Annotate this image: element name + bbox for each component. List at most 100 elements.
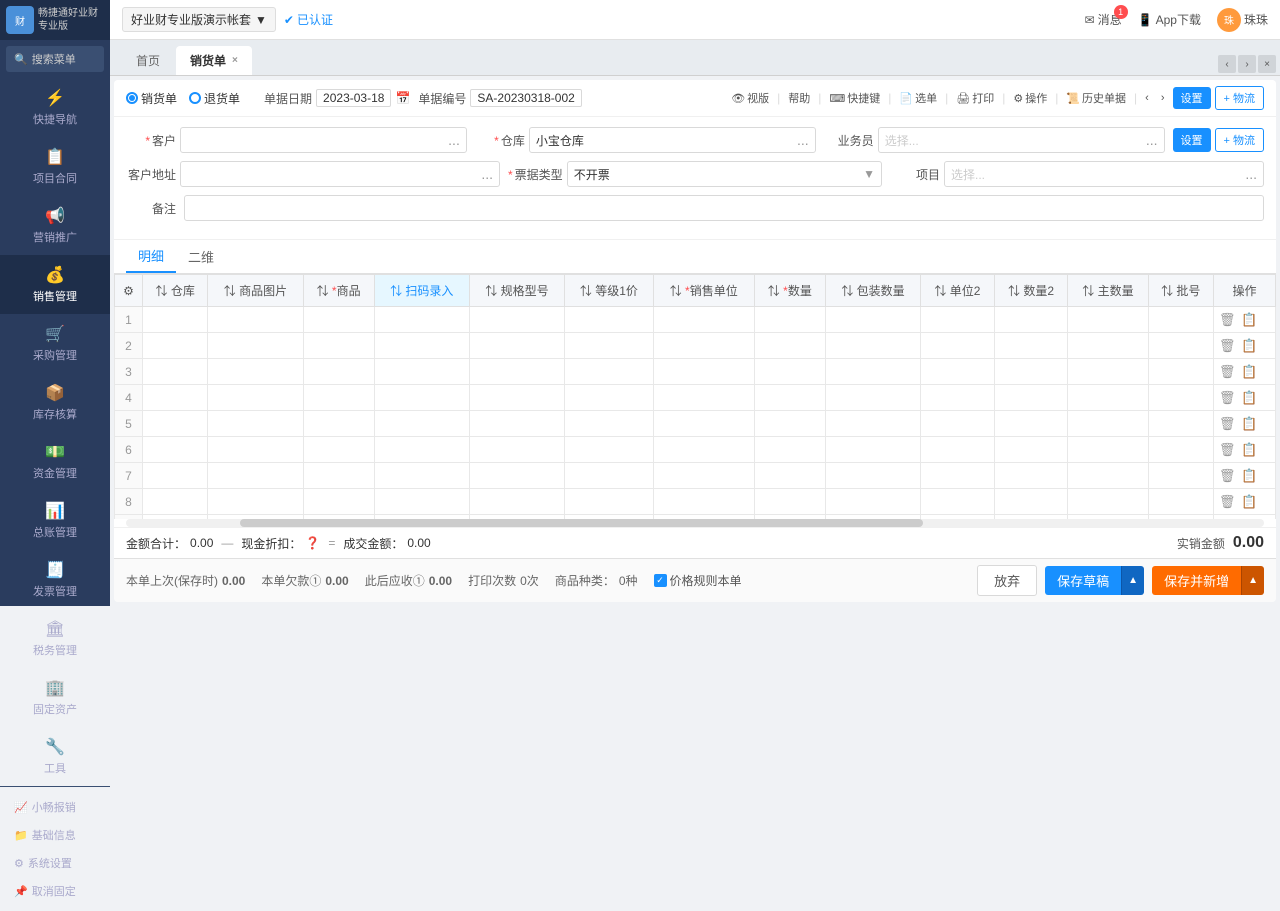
row-6-col-11[interactable] — [1068, 437, 1148, 463]
row-6-col-9[interactable] — [921, 437, 995, 463]
save-new-button[interactable]: 保存并新增 — [1152, 566, 1241, 595]
sidebar-item-marketing[interactable]: 📢 营销推广 — [0, 196, 110, 255]
row-copy-button[interactable]: 📋 — [1240, 441, 1258, 459]
sidebar-item-settings[interactable]: ⚙ 系统设置 — [6, 849, 104, 877]
row-7-col-3[interactable] — [374, 463, 469, 489]
row-5-col-6[interactable] — [653, 411, 754, 437]
sidebar-item-unpin[interactable]: 📌 取消固定 — [6, 877, 104, 905]
row-8-col-10[interactable] — [994, 489, 1068, 515]
row-6-col-8[interactable] — [825, 437, 920, 463]
save-new-arrow-button[interactable]: ▲ — [1241, 566, 1264, 595]
row-3-col-5[interactable] — [565, 359, 654, 385]
row-5-col-5[interactable] — [565, 411, 654, 437]
row-5-col-8[interactable] — [825, 411, 920, 437]
sidebar-item-tax[interactable]: 🏛 税务管理 — [0, 609, 110, 668]
row-3-col-1[interactable] — [208, 359, 303, 385]
sort-icon-img[interactable]: ⇅ — [224, 284, 236, 298]
row-3-col-11[interactable] — [1068, 359, 1148, 385]
row-6-col-5[interactable] — [565, 437, 654, 463]
row-4-col-7[interactable] — [754, 385, 825, 411]
row-6-col-12[interactable] — [1148, 437, 1213, 463]
row-2-col-3[interactable] — [374, 333, 469, 359]
row-6-col-2[interactable] — [303, 437, 374, 463]
row-3-col-8[interactable] — [825, 359, 920, 385]
project-input[interactable]: 选择... ... — [944, 161, 1264, 187]
tab-prev-button[interactable]: ‹ — [1218, 55, 1236, 73]
address-dots[interactable]: ... — [481, 166, 493, 182]
row-4-col-5[interactable] — [565, 385, 654, 411]
tab-home[interactable]: 首页 — [122, 46, 174, 75]
row-4-col-3[interactable] — [374, 385, 469, 411]
warehouse-input[interactable]: 小宝仓库 ... — [529, 127, 816, 153]
row-8-col-2[interactable] — [303, 489, 374, 515]
sidebar-item-reports[interactable]: 📈 小畅报销 — [6, 793, 104, 821]
row-5-col-11[interactable] — [1068, 411, 1148, 437]
row-1-col-12[interactable] — [1148, 307, 1213, 333]
next-record-button[interactable]: › — [1157, 90, 1169, 106]
row-7-col-1[interactable] — [208, 463, 303, 489]
row-8-col-5[interactable] — [565, 489, 654, 515]
row-copy-button[interactable]: 📋 — [1240, 493, 1258, 511]
remark-input[interactable] — [184, 195, 1264, 221]
row-1-col-6[interactable] — [653, 307, 754, 333]
search-area[interactable]: 🔍 搜索菜单 — [0, 40, 110, 78]
row-2-col-12[interactable] — [1148, 333, 1213, 359]
row-4-col-11[interactable] — [1068, 385, 1148, 411]
row-2-col-4[interactable] — [469, 333, 564, 359]
sort-icon-unit2[interactable]: ⇅ — [934, 284, 946, 298]
help-icon[interactable]: ❓ — [305, 536, 320, 550]
row-2-col-10[interactable] — [994, 333, 1068, 359]
sidebar-item-funds[interactable]: 💵 资金管理 — [0, 432, 110, 491]
add-logistics-button[interactable]: + 物流 — [1215, 86, 1264, 110]
row-2-col-6[interactable] — [653, 333, 754, 359]
row-7-col-5[interactable] — [565, 463, 654, 489]
table-row[interactable]: 4 🗑 📋 — [115, 385, 1276, 411]
row-4-col-0[interactable] — [143, 385, 208, 411]
row-6-col-1[interactable] — [208, 437, 303, 463]
project-dots[interactable]: ... — [1245, 166, 1257, 182]
sort-icon-qty[interactable]: ⇅ — [768, 284, 780, 298]
row-1-col-4[interactable] — [469, 307, 564, 333]
help-button[interactable]: 帮助 — [784, 88, 814, 108]
row-4-col-9[interactable] — [921, 385, 995, 411]
sidebar-item-tools[interactable]: 🔧 工具 — [0, 727, 110, 786]
row-8-col-6[interactable] — [653, 489, 754, 515]
row-6-col-4[interactable] — [469, 437, 564, 463]
sort-icon-unit[interactable]: ⇅ — [670, 284, 682, 298]
customer-dots[interactable]: ... — [448, 132, 460, 148]
row-7-col-0[interactable] — [143, 463, 208, 489]
row-7-col-2[interactable] — [303, 463, 374, 489]
search-button[interactable]: 🔍 搜索菜单 — [6, 46, 104, 72]
sort-icon-batch[interactable]: ⇅ — [1161, 284, 1173, 298]
row-1-col-2[interactable] — [303, 307, 374, 333]
row-delete-button[interactable]: 🗑 — [1218, 493, 1237, 511]
select-button[interactable]: 📄选单 — [895, 88, 941, 108]
sidebar-item-project[interactable]: 📋 项目合同 — [0, 137, 110, 196]
row-7-col-12[interactable] — [1148, 463, 1213, 489]
sort-icon-barcode[interactable]: ⇅ — [390, 284, 402, 298]
row-2-col-5[interactable] — [565, 333, 654, 359]
row-2-col-11[interactable] — [1068, 333, 1148, 359]
row-8-col-8[interactable] — [825, 489, 920, 515]
row-7-col-11[interactable] — [1068, 463, 1148, 489]
abandon-button[interactable]: 放弃 — [977, 565, 1037, 596]
row-1-col-10[interactable] — [994, 307, 1068, 333]
table-scrollbar[interactable] — [126, 519, 1264, 527]
row-3-col-12[interactable] — [1148, 359, 1213, 385]
sidebar-item-accounting[interactable]: 📊 总账管理 — [0, 491, 110, 550]
messages-button[interactable]: ✉ 消息 1 — [1085, 11, 1122, 28]
sort-icon-qty2[interactable]: ⇅ — [1008, 284, 1020, 298]
row-2-col-1[interactable] — [208, 333, 303, 359]
tab-detail-erwei[interactable]: 二维 — [176, 241, 226, 272]
row-8-col-4[interactable] — [469, 489, 564, 515]
salesperson-input[interactable]: 选择... ... — [878, 127, 1165, 153]
history-button[interactable]: 📜历史单据 — [1062, 88, 1130, 108]
row-4-col-2[interactable] — [303, 385, 374, 411]
row-1-col-9[interactable] — [921, 307, 995, 333]
sidebar-item-invoice[interactable]: 🧾 发票管理 — [0, 550, 110, 609]
row-5-col-0[interactable] — [143, 411, 208, 437]
row-5-col-7[interactable] — [754, 411, 825, 437]
row-6-col-3[interactable] — [374, 437, 469, 463]
warehouse-dots[interactable]: ... — [797, 132, 809, 148]
address-input[interactable]: ... — [180, 161, 500, 187]
